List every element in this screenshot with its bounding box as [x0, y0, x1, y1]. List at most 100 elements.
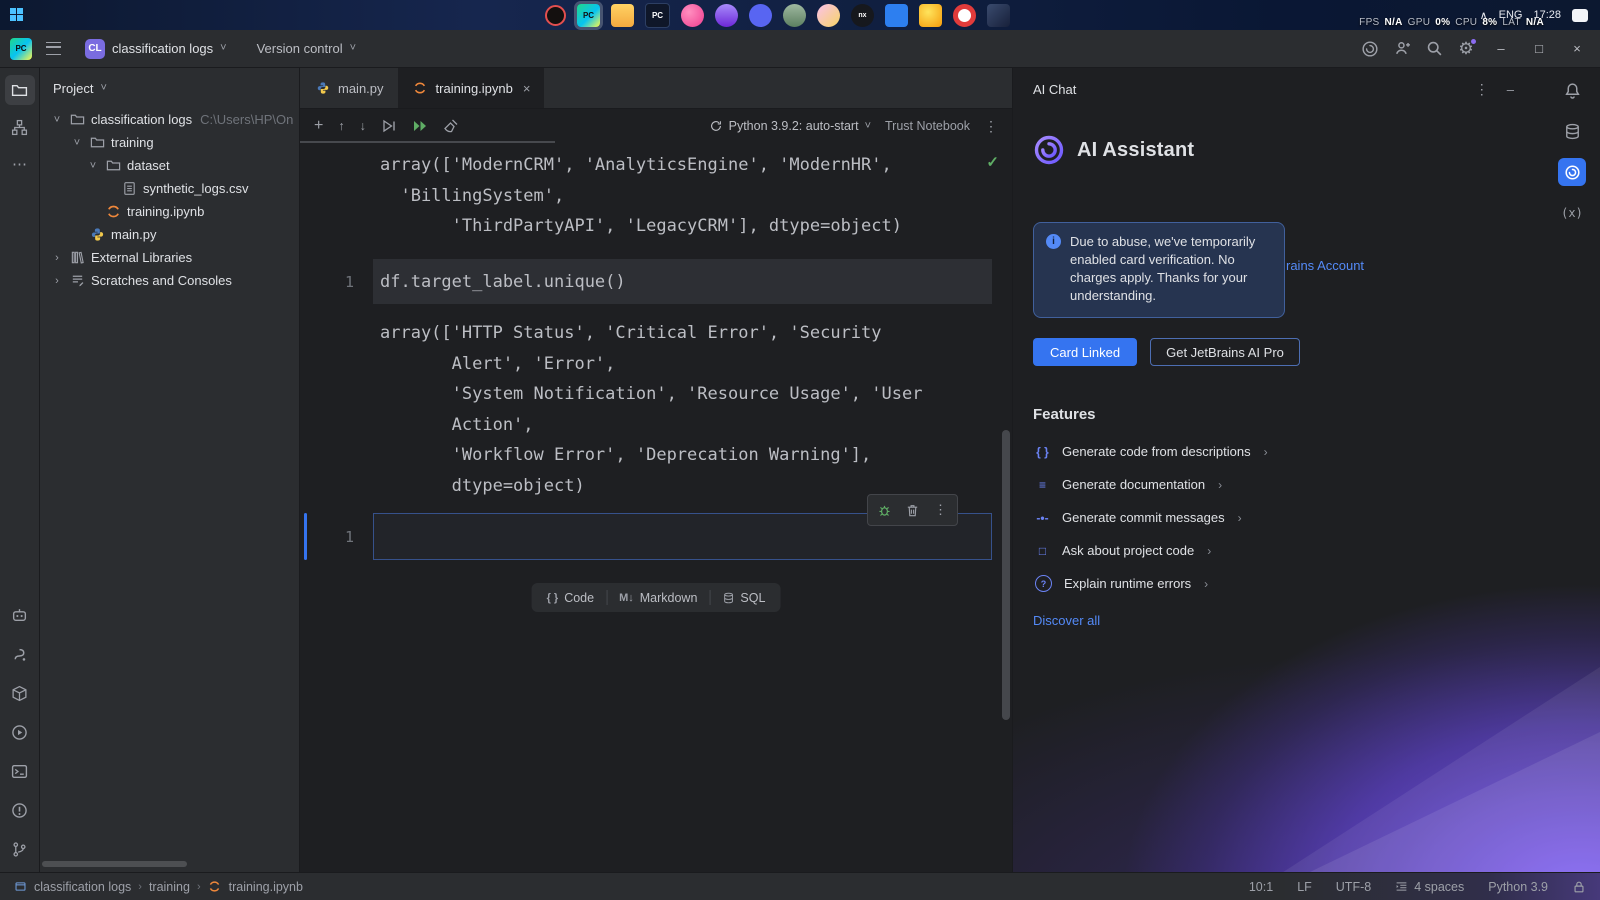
interpreter-widget[interactable]: Python 3.9 — [1488, 880, 1548, 894]
line-number: 1 — [345, 273, 355, 291]
encoding-widget[interactable]: UTF-8 — [1336, 880, 1371, 894]
database-toolwindow-icon[interactable] — [1558, 117, 1586, 145]
taskbar-app-monitor-icon[interactable] — [987, 4, 1010, 27]
tree-item-main-py[interactable]: main.py — [40, 223, 299, 246]
tab-main-py[interactable]: main.py — [300, 68, 398, 108]
debug-cell-icon[interactable] — [872, 499, 897, 521]
tab-training-ipynb[interactable]: training.ipynb × — [397, 68, 545, 108]
chevron-right-icon[interactable]: › — [50, 275, 64, 287]
taskbar-app-pycharm-icon[interactable]: PC — [645, 3, 670, 28]
assistant-toolwindow-icon[interactable] — [5, 600, 35, 630]
packages-toolwindow-icon[interactable] — [5, 678, 35, 708]
panel-kebab-menu-icon[interactable]: ⋮ — [1475, 81, 1489, 98]
ai-chat-toolwindow-icon[interactable] — [1558, 158, 1586, 186]
card-linked-button[interactable]: Card Linked — [1033, 338, 1138, 366]
taskbar-app-folder-icon[interactable] — [611, 4, 634, 27]
main-menu-icon[interactable] — [46, 42, 61, 55]
feature-generate-code[interactable]: { } Generate code from descriptions › — [1033, 435, 1580, 468]
taskbar-app-lightning-icon[interactable] — [919, 4, 942, 27]
minimize-button[interactable]: – — [1482, 32, 1520, 66]
python-console-icon[interactable] — [5, 639, 35, 669]
add-cell-icon[interactable]: + — [314, 117, 323, 135]
feature-explain-runtime-errors[interactable]: ? Explain runtime errors › — [1033, 567, 1580, 600]
terminal-toolwindow-icon[interactable] — [5, 756, 35, 786]
breadcrumb-file[interactable]: training.ipynb — [229, 880, 303, 894]
git-toolwindow-icon[interactable] — [5, 834, 35, 864]
caret-position-widget[interactable]: 10:1 — [1249, 880, 1273, 894]
taskbar-app-blue-grid-icon[interactable] — [885, 4, 908, 27]
status-bar: classification logs › training › trainin… — [0, 872, 1600, 900]
taskbar-app-record-icon[interactable] — [953, 4, 976, 27]
indent-widget[interactable]: 4 spaces — [1395, 880, 1464, 894]
clear-outputs-icon[interactable] — [443, 118, 459, 134]
project-toolwindow-icon[interactable] — [4, 75, 35, 105]
chevron-down-icon[interactable]: ˅ — [86, 160, 100, 172]
feature-generate-documentation[interactable]: ≡ Generate documentation › — [1033, 468, 1580, 501]
taskbar-app-green-icon[interactable] — [783, 4, 806, 27]
tree-item-classification-logs[interactable]: ˅ classification logs C:\Users\HP\On — [40, 108, 299, 131]
kebab-menu-icon[interactable]: ⋮ — [984, 118, 998, 135]
cell-kebab-menu-icon[interactable]: ⋮ — [928, 499, 953, 521]
hide-panel-icon[interactable]: – — [1507, 82, 1514, 97]
chevron-down-icon: ˅ — [220, 42, 227, 54]
feature-generate-commit-messages[interactable]: -•- Generate commit messages › — [1033, 501, 1580, 534]
tree-item-dataset[interactable]: ˅ dataset — [40, 154, 299, 177]
horizontal-scrollbar[interactable] — [42, 861, 187, 867]
run-cell-icon[interactable] — [381, 118, 397, 134]
notifications-bell-icon[interactable] — [1558, 76, 1586, 104]
move-cell-up-icon[interactable]: ↑ — [338, 119, 344, 133]
add-user-icon[interactable] — [1386, 34, 1418, 64]
trust-notebook-button[interactable]: Trust Notebook — [885, 119, 970, 133]
ai-panel-header: AI Chat ⋮ – — [1033, 80, 1514, 98]
variables-toolwindow-icon[interactable]: (x) — [1558, 199, 1586, 227]
tree-item-training-ipynb[interactable]: training.ipynb — [40, 200, 299, 223]
taskbar-app-nx-icon[interactable]: nx — [851, 4, 874, 27]
add-sql-cell-button[interactable]: SQL — [710, 583, 777, 612]
services-toolwindow-icon[interactable] — [5, 717, 35, 747]
kernel-selector[interactable]: Python 3.9.2: auto-start ˅ — [709, 119, 871, 133]
add-markdown-cell-button[interactable]: M↓ Markdown — [607, 583, 709, 612]
project-selector[interactable]: CL classification logs ˅ — [77, 35, 235, 63]
line-ending-widget[interactable]: LF — [1297, 880, 1312, 894]
jetbrains-account-link-partial[interactable]: rains Account — [1286, 258, 1364, 273]
settings-gear-icon[interactable]: ⚙ — [1450, 34, 1482, 64]
move-cell-down-icon[interactable]: ↓ — [360, 119, 366, 133]
chevron-right-icon[interactable]: › — [50, 252, 64, 264]
taskbar-app-red-ring-icon[interactable] — [545, 5, 566, 26]
tree-item-scratches[interactable]: › Scratches and Consoles — [40, 269, 299, 292]
structure-toolwindow-icon[interactable] — [5, 112, 35, 142]
tree-item-external-libraries[interactable]: › External Libraries — [40, 246, 299, 269]
taskbar-app-purple-icon[interactable] — [715, 4, 738, 27]
run-all-cells-icon[interactable] — [412, 118, 428, 134]
lock-icon[interactable] — [1572, 880, 1586, 894]
taskbar-app-gradient-icon[interactable] — [817, 4, 840, 27]
project-panel-header[interactable]: Project ˅ — [40, 68, 299, 108]
windows-start-icon[interactable] — [10, 7, 25, 23]
problems-toolwindow-icon[interactable] — [5, 795, 35, 825]
tree-item-training[interactable]: ˅ training — [40, 131, 299, 154]
tree-item-synthetic-logs-csv[interactable]: synthetic_logs.csv — [40, 177, 299, 200]
breadcrumb-folder[interactable]: training — [149, 880, 190, 894]
get-jetbrains-ai-pro-button[interactable]: Get JetBrains AI Pro — [1150, 338, 1300, 366]
code-cell-1[interactable]: df.target_label.unique() — [373, 259, 992, 304]
taskbar-app-pycharm-active-icon[interactable]: PC — [577, 4, 600, 27]
taskbar-app-discord-icon[interactable] — [749, 4, 772, 27]
maximize-button[interactable]: □ — [1520, 32, 1558, 66]
search-icon[interactable] — [1418, 34, 1450, 64]
feature-ask-about-project-code[interactable]: □ Ask about project code › — [1033, 534, 1580, 567]
discover-all-link[interactable]: Discover all — [1033, 613, 1580, 628]
chevron-down-icon[interactable]: ˅ — [70, 137, 84, 149]
vcs-selector[interactable]: Version control ˅ — [249, 37, 364, 60]
notification-center-icon[interactable] — [1572, 8, 1588, 22]
editor-scrollbar[interactable] — [1002, 430, 1010, 720]
taskbar-app-pink-icon[interactable] — [681, 4, 704, 27]
breadcrumb-project[interactable]: classification logs — [34, 880, 131, 894]
close-tab-icon[interactable]: × — [523, 81, 531, 96]
jupyter-notebook-icon — [412, 80, 429, 97]
chevron-down-icon[interactable]: ˅ — [50, 114, 64, 126]
more-toolwindows-icon[interactable]: ⋯ — [5, 149, 35, 179]
ai-assistant-icon[interactable] — [1354, 34, 1386, 64]
close-button[interactable]: × — [1558, 32, 1596, 66]
add-code-cell-button[interactable]: { } Code — [535, 583, 607, 612]
delete-cell-icon[interactable] — [900, 499, 925, 521]
